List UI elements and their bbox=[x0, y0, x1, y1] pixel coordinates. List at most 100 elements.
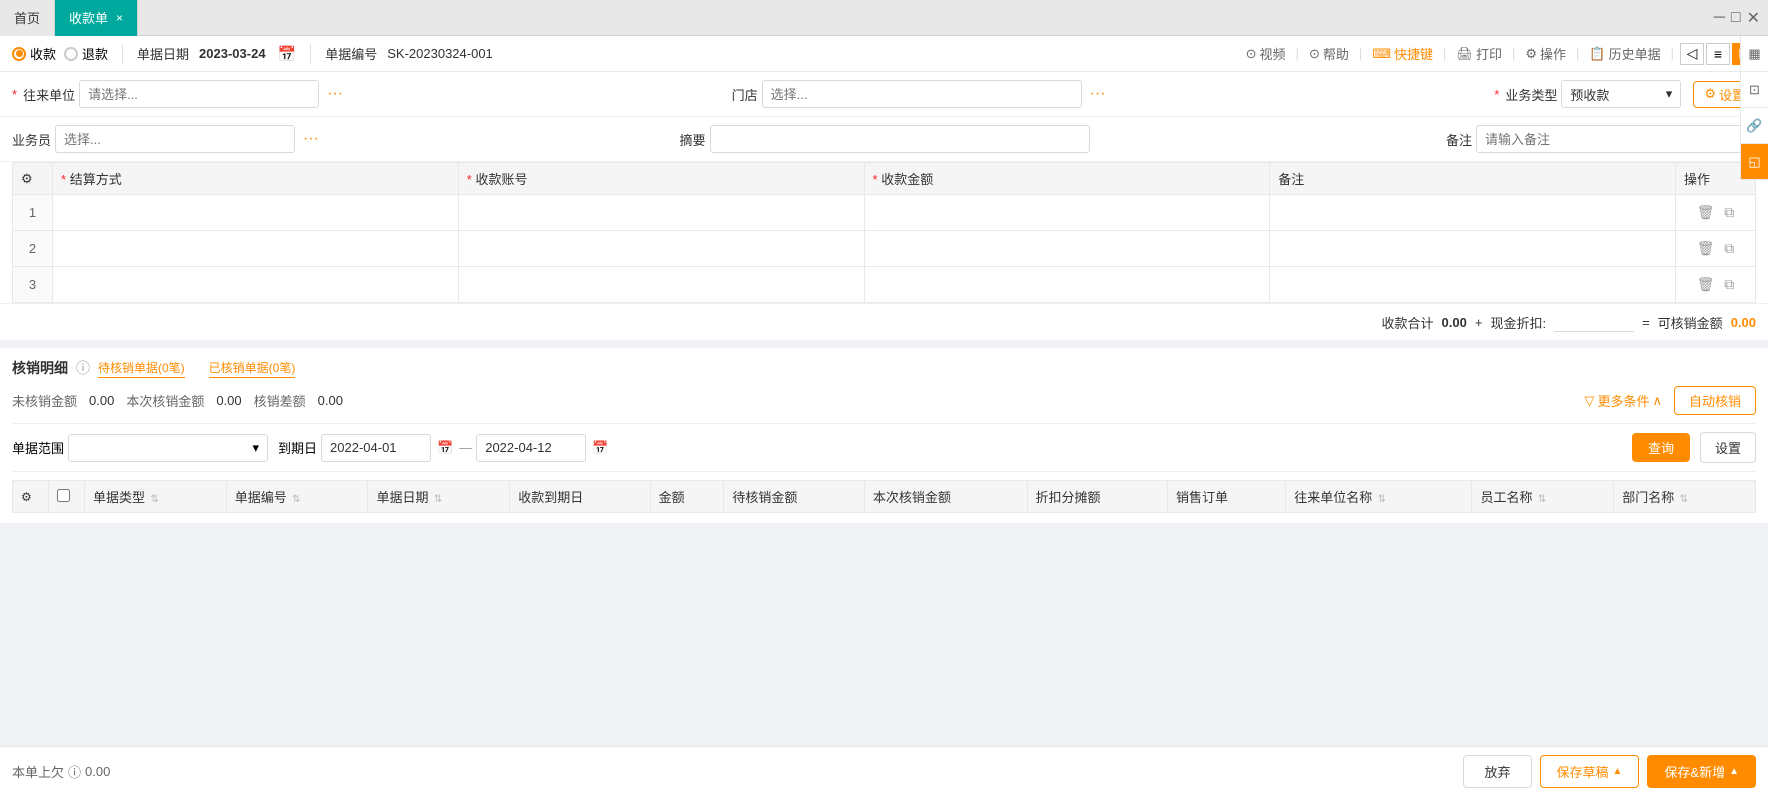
help-btn[interactable]: ⊙ 帮助 bbox=[1305, 42, 1353, 65]
right-panel-btn-1[interactable]: ▦ bbox=[1741, 36, 1768, 72]
right-panel-btn-4[interactable]: ◱ bbox=[1741, 144, 1768, 180]
shortcut-btn[interactable]: ⌨ 快捷键 bbox=[1368, 42, 1437, 65]
query-btn[interactable]: 查询 bbox=[1632, 433, 1690, 462]
save-new-btn[interactable]: 保存&新增 ▲ bbox=[1647, 755, 1756, 788]
row-2-remark[interactable] bbox=[1270, 231, 1676, 267]
footer-info-help-icon[interactable]: ⓘ bbox=[68, 762, 81, 781]
calendar-from-icon[interactable]: 📅 bbox=[437, 440, 453, 456]
date-calendar-icon[interactable]: 📅 bbox=[278, 45, 297, 63]
summary-input[interactable] bbox=[710, 125, 1090, 153]
discount-input[interactable] bbox=[1554, 312, 1634, 332]
print-btn[interactable]: 🖨 打印 bbox=[1452, 42, 1506, 65]
tab-home[interactable]: 首页 bbox=[0, 0, 55, 36]
view-grid-btn[interactable]: ≡ bbox=[1706, 43, 1730, 65]
sort-date-icon[interactable]: ⇅ bbox=[434, 494, 442, 505]
sort-dept-icon[interactable]: ⇅ bbox=[1680, 494, 1688, 505]
row-2-settlement[interactable] bbox=[53, 231, 459, 267]
save-draft-btn[interactable]: 保存草稿 ▲ bbox=[1540, 755, 1640, 788]
video-btn[interactable]: ⊙ 视频 bbox=[1242, 42, 1290, 65]
counterpart-input[interactable] bbox=[79, 80, 319, 108]
range-field: 单据范围 ▾ bbox=[12, 434, 268, 462]
row-3-amount[interactable] bbox=[864, 267, 1270, 303]
bottom-gear-col[interactable]: ⚙ bbox=[13, 481, 49, 513]
sort-type-icon[interactable]: ⇅ bbox=[150, 494, 158, 505]
row-2-amount[interactable] bbox=[864, 231, 1270, 267]
window-minimize-icon[interactable]: ─ bbox=[1714, 9, 1725, 27]
radio-refund[interactable]: 退款 bbox=[64, 44, 108, 63]
history-btn[interactable]: 📋 历史单据 bbox=[1585, 42, 1664, 65]
row-1-copy-icon[interactable]: ⧉ bbox=[1724, 204, 1734, 220]
row-1-account[interactable] bbox=[458, 195, 864, 231]
due-date-from-input[interactable] bbox=[321, 434, 431, 462]
row-1-settlement[interactable] bbox=[53, 195, 459, 231]
table-gear-header[interactable]: ⚙ bbox=[13, 163, 53, 195]
col-pending-verify: 待核销金额 bbox=[724, 481, 864, 513]
row-2-copy-icon[interactable]: ⧉ bbox=[1724, 240, 1734, 256]
right-panel-btn-3[interactable]: 🔗 bbox=[1741, 108, 1768, 144]
row-3-settlement[interactable] bbox=[53, 267, 459, 303]
row-3-remark[interactable] bbox=[1270, 267, 1676, 303]
store-more-btn[interactable]: ··· bbox=[1086, 85, 1110, 103]
row-3-remark-input[interactable] bbox=[1270, 267, 1675, 302]
operation-btn[interactable]: ⚙ 操作 bbox=[1521, 42, 1570, 65]
row-1-delete-icon[interactable]: 🗑 bbox=[1697, 204, 1715, 220]
verify-tab-pending[interactable]: 待核销单据(0笔) bbox=[98, 359, 185, 378]
right-panel-btn-2[interactable]: ⊡ bbox=[1741, 72, 1768, 108]
row-3-amount-input[interactable] bbox=[865, 267, 1270, 302]
row-2-remark-input[interactable] bbox=[1270, 231, 1675, 266]
result-label: 可核销金额 bbox=[1658, 313, 1723, 332]
radio-group: 收款 退款 bbox=[12, 44, 108, 63]
row-1-account-input[interactable] bbox=[459, 195, 864, 230]
range-select[interactable]: ▾ bbox=[68, 434, 268, 462]
row-3-settlement-input[interactable] bbox=[53, 267, 458, 302]
verify-settings-btn[interactable]: 设置 bbox=[1700, 432, 1756, 463]
select-all-checkbox[interactable] bbox=[57, 489, 70, 502]
remark-input[interactable] bbox=[1476, 125, 1756, 153]
store-input[interactable] bbox=[762, 80, 1082, 108]
history-label: 历史单据 bbox=[1609, 44, 1661, 63]
bottom-check-col[interactable] bbox=[49, 481, 85, 513]
row-1-amount[interactable] bbox=[864, 195, 1270, 231]
calendar-to-icon[interactable]: 📅 bbox=[592, 440, 608, 456]
due-date-to-input[interactable] bbox=[476, 434, 586, 462]
row-3-copy-icon[interactable]: ⧉ bbox=[1724, 276, 1734, 292]
row-1-amount-input[interactable] bbox=[865, 195, 1270, 230]
sort-employee-icon[interactable]: ⇅ bbox=[1538, 494, 1546, 505]
salesman-more-btn[interactable]: ··· bbox=[299, 130, 323, 148]
window-maximize-icon[interactable]: □ bbox=[1731, 9, 1741, 27]
row-2-amount-input[interactable] bbox=[865, 231, 1270, 266]
tab-receipt[interactable]: 收款单 × bbox=[55, 0, 138, 36]
radio-receipt-label: 收款 bbox=[30, 44, 56, 63]
counterpart-more-btn[interactable]: ··· bbox=[323, 85, 347, 103]
unchecked-label: 未核销金额 bbox=[12, 391, 77, 410]
shortcut-icon: ⌨ bbox=[1372, 46, 1391, 62]
sort-counterpart-icon[interactable]: ⇅ bbox=[1378, 494, 1386, 505]
row-2-account-input[interactable] bbox=[459, 231, 864, 266]
row-2-settlement-input[interactable] bbox=[53, 231, 458, 266]
row-3-delete-icon[interactable]: 🗑 bbox=[1697, 276, 1715, 292]
history-icon: 📋 bbox=[1589, 46, 1605, 62]
verify-tab-done[interactable]: 已核销单据(0笔) bbox=[209, 359, 296, 378]
sort-number-icon[interactable]: ⇅ bbox=[292, 494, 300, 505]
row-3-account[interactable] bbox=[458, 267, 864, 303]
row-2-account[interactable] bbox=[458, 231, 864, 267]
table-row: 3 🗑 ⧉ bbox=[13, 267, 1756, 303]
window-close-icon[interactable]: ✕ bbox=[1747, 8, 1760, 28]
row-1-settlement-input[interactable] bbox=[53, 195, 458, 230]
salesman-input[interactable] bbox=[55, 125, 295, 153]
radio-receipt[interactable]: 收款 bbox=[12, 44, 56, 63]
row-1-remark[interactable] bbox=[1270, 195, 1676, 231]
row-2-delete-icon[interactable]: 🗑 bbox=[1697, 240, 1715, 256]
tab-close-icon[interactable]: × bbox=[116, 11, 123, 25]
footer-info: 本单上欠 ⓘ 0.00 bbox=[12, 762, 110, 781]
business-type-select[interactable]: 预收款 ▾ bbox=[1561, 80, 1681, 108]
row-1-remark-input[interactable] bbox=[1270, 195, 1675, 230]
abandon-btn[interactable]: 放弃 bbox=[1463, 755, 1531, 788]
radio-refund-label: 退款 bbox=[82, 44, 108, 63]
verify-info-icon[interactable]: ⓘ bbox=[76, 358, 90, 378]
view-list-btn[interactable]: ◁ bbox=[1680, 43, 1704, 65]
more-conditions-btn[interactable]: ▽ 更多条件 ∧ bbox=[1584, 391, 1662, 410]
auto-verify-btn[interactable]: 自动核销 bbox=[1674, 386, 1756, 415]
store-field: 门店 ··· bbox=[732, 80, 1110, 108]
row-3-account-input[interactable] bbox=[459, 267, 864, 302]
